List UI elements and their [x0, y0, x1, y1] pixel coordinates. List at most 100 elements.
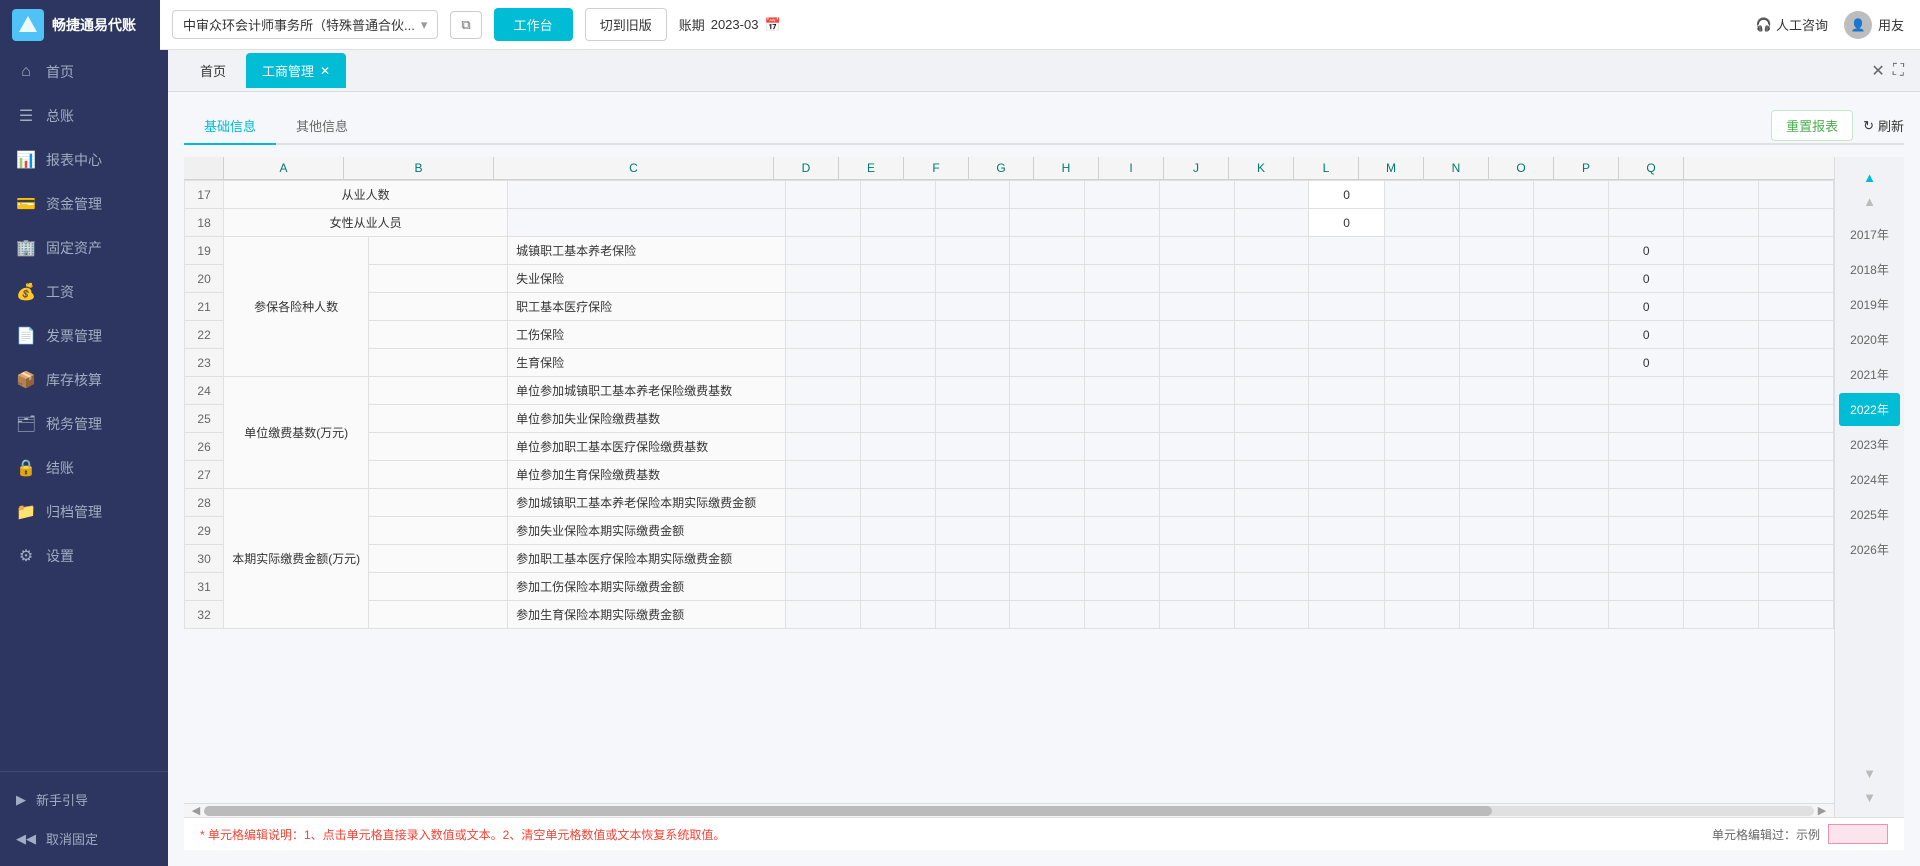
cell-27-l[interactable]: [1384, 461, 1459, 489]
cell-32-d[interactable]: [786, 601, 861, 629]
cell-23-k[interactable]: [1309, 349, 1384, 377]
cell-20-b[interactable]: [369, 265, 508, 293]
cell-22-l[interactable]: [1384, 321, 1459, 349]
cell-28-j[interactable]: [1234, 489, 1309, 517]
year-item-2017[interactable]: 2017年: [1839, 218, 1900, 251]
cell-26-c[interactable]: 单位参加职工基本医疗保险缴费基数: [508, 433, 786, 461]
cell-25-q[interactable]: [1759, 405, 1834, 433]
scroll-right-button[interactable]: ▶: [1814, 804, 1830, 817]
cell-20-q[interactable]: [1759, 265, 1834, 293]
cell-21-g[interactable]: [1010, 293, 1085, 321]
cell-26-g[interactable]: [1010, 433, 1085, 461]
year-item-2019[interactable]: 2019年: [1839, 288, 1900, 321]
cell-21-m[interactable]: [1459, 293, 1534, 321]
cell-30-i[interactable]: [1159, 545, 1234, 573]
year-item-2026[interactable]: 2026年: [1839, 533, 1900, 566]
cell-21-j[interactable]: [1234, 293, 1309, 321]
cell-32-f[interactable]: [935, 601, 1010, 629]
cell-23-g[interactable]: [1010, 349, 1085, 377]
cell-24-b[interactable]: [369, 377, 508, 405]
cell-29-e[interactable]: [860, 517, 935, 545]
calendar-icon[interactable]: 📅: [764, 17, 780, 33]
cell-27-n[interactable]: [1534, 461, 1609, 489]
cell-22-m[interactable]: [1459, 321, 1534, 349]
cell-19-d[interactable]: [786, 237, 861, 265]
cell-27-o[interactable]: [1609, 461, 1684, 489]
year-item-2025[interactable]: 2025年: [1839, 498, 1900, 531]
cell-29-f[interactable]: [935, 517, 1010, 545]
cell-29-i[interactable]: [1159, 517, 1234, 545]
cell-17-n[interactable]: [1534, 181, 1609, 209]
spreadsheet-body[interactable]: 17 从业人数 0: [184, 180, 1834, 803]
cell-32-l[interactable]: [1384, 601, 1459, 629]
cell-26-b[interactable]: [369, 433, 508, 461]
cell-25-k[interactable]: [1309, 405, 1384, 433]
cell-22-o[interactable]: 0: [1609, 321, 1684, 349]
cell-23-b[interactable]: [369, 349, 508, 377]
cell-31-k[interactable]: [1309, 573, 1384, 601]
cell-23-n[interactable]: [1534, 349, 1609, 377]
cell-28-h[interactable]: [1085, 489, 1160, 517]
cell-24-p[interactable]: [1684, 377, 1759, 405]
cell-30-k[interactable]: [1309, 545, 1384, 573]
tab-expand-button[interactable]: ⛶: [1893, 62, 1904, 80]
cell-31-h[interactable]: [1085, 573, 1160, 601]
cell-32-h[interactable]: [1085, 601, 1160, 629]
year-down-button[interactable]: ▼: [1854, 761, 1886, 785]
cell-18-o[interactable]: [1609, 209, 1684, 237]
cell-18-c[interactable]: [508, 209, 786, 237]
cell-25-h[interactable]: [1085, 405, 1160, 433]
cell-31-i[interactable]: [1159, 573, 1234, 601]
cell-30-q[interactable]: [1759, 545, 1834, 573]
cell-23-h[interactable]: [1085, 349, 1160, 377]
cell-31-o[interactable]: [1609, 573, 1684, 601]
cell-29-g[interactable]: [1010, 517, 1085, 545]
tab-commerce[interactable]: 工商管理 ✕: [246, 53, 346, 88]
cell-24-k[interactable]: [1309, 377, 1384, 405]
cell-18-e[interactable]: [860, 209, 935, 237]
cell-18-d[interactable]: [786, 209, 861, 237]
cell-29-b[interactable]: [369, 517, 508, 545]
cell-20-m[interactable]: [1459, 265, 1534, 293]
old-version-button[interactable]: 切到旧版: [585, 8, 667, 41]
cell-28-g[interactable]: [1010, 489, 1085, 517]
cell-25-p[interactable]: [1684, 405, 1759, 433]
cell-32-n[interactable]: [1534, 601, 1609, 629]
tab-close-button[interactable]: ✕: [1871, 61, 1884, 81]
cell-32-q[interactable]: [1759, 601, 1834, 629]
cell-24-a[interactable]: 单位缴费基数(万元): [224, 377, 369, 489]
cell-20-o[interactable]: 0: [1609, 265, 1684, 293]
cell-25-d[interactable]: [786, 405, 861, 433]
cell-27-c[interactable]: 单位参加生育保险缴费基数: [508, 461, 786, 489]
cell-18-ab[interactable]: 女性从业人员: [224, 209, 508, 237]
cell-19-f[interactable]: [935, 237, 1010, 265]
cell-24-o[interactable]: [1609, 377, 1684, 405]
cell-21-e[interactable]: [860, 293, 935, 321]
cell-19-j[interactable]: [1234, 237, 1309, 265]
cell-27-i[interactable]: [1159, 461, 1234, 489]
cell-30-j[interactable]: [1234, 545, 1309, 573]
year-item-2020[interactable]: 2020年: [1839, 323, 1900, 356]
cell-24-f[interactable]: [935, 377, 1010, 405]
sidebar-item-archive[interactable]: 📁 归档管理: [0, 490, 168, 534]
cell-29-k[interactable]: [1309, 517, 1384, 545]
cell-17-o[interactable]: [1609, 181, 1684, 209]
copy-button[interactable]: ⧉: [450, 11, 481, 39]
year-item-2021[interactable]: 2021年: [1839, 358, 1900, 391]
sidebar-item-ledger[interactable]: ☰ 总账: [0, 94, 168, 138]
cell-19-o[interactable]: 0: [1609, 237, 1684, 265]
cell-28-k[interactable]: [1309, 489, 1384, 517]
cell-30-n[interactable]: [1534, 545, 1609, 573]
cell-26-j[interactable]: [1234, 433, 1309, 461]
cell-30-d[interactable]: [786, 545, 861, 573]
cell-31-g[interactable]: [1010, 573, 1085, 601]
cell-22-j[interactable]: [1234, 321, 1309, 349]
cell-27-j[interactable]: [1234, 461, 1309, 489]
cell-24-e[interactable]: [860, 377, 935, 405]
cell-26-m[interactable]: [1459, 433, 1534, 461]
cell-18-f[interactable]: [935, 209, 1010, 237]
sidebar-item-assets[interactable]: 🏢 固定资产: [0, 226, 168, 270]
cell-26-h[interactable]: [1085, 433, 1160, 461]
cell-21-l[interactable]: [1384, 293, 1459, 321]
horizontal-scrollbar[interactable]: ◀ ▶: [184, 803, 1834, 817]
